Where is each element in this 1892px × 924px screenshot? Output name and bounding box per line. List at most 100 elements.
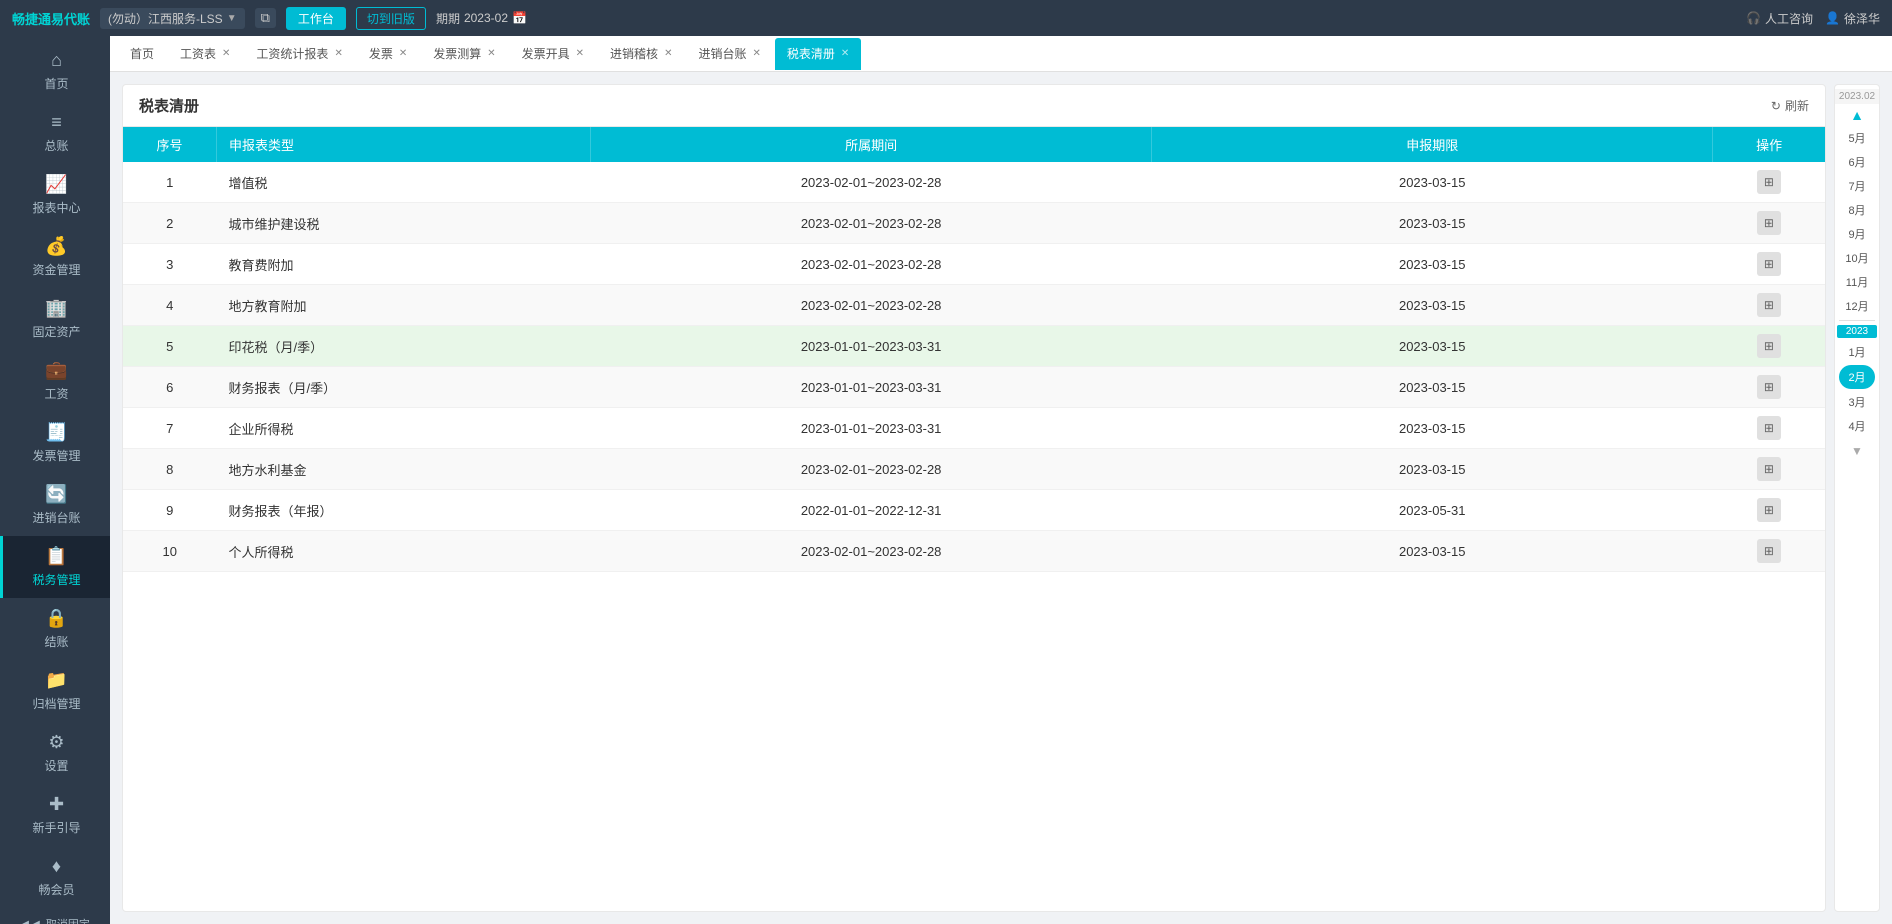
ledger-icon: ≡ [51,112,62,133]
action-icon-btn[interactable]: ⊞ [1757,498,1781,522]
rs-month-4[interactable]: 4月 [1835,414,1879,438]
cell-seq: 3 [123,244,217,285]
unpin-sidebar-btn[interactable]: ◄◄ 取消固定 [0,908,110,924]
close-tab-invoice-open[interactable]: ✕ [576,48,584,59]
sidebar-item-purchase-sales[interactable]: 🔄 进销台账 [0,474,110,536]
user-avatar[interactable]: 👤 徐泽华 [1825,10,1880,27]
sidebar-item-closing[interactable]: 🔒 结账 [0,598,110,660]
action-icon-btn[interactable]: ⊞ [1757,334,1781,358]
sidebar-item-invoice-mgmt[interactable]: 🧾 发票管理 [0,412,110,474]
table-row: 6财务报表（月/季）2023-01-01~2023-03-312023-03-1… [123,367,1825,408]
tab-invoice-calc[interactable]: 发票测算 ✕ [421,38,507,70]
rs-current-year-label: 2023 [1837,325,1877,338]
refresh-button[interactable]: ↻ 刷新 [1771,97,1809,114]
sidebar-item-report-center[interactable]: 📈 报表中心 [0,164,110,226]
workspace-button[interactable]: 工作台 [286,7,346,30]
members-icon: ♦ [52,856,61,877]
rs-month-12[interactable]: 12月 [1835,294,1879,318]
tab-payroll-table[interactable]: 工资表 ✕ [168,38,242,70]
rs-month-5[interactable]: 5月 [1835,126,1879,150]
action-icon-btn[interactable]: ⊞ [1757,252,1781,276]
sidebar-item-members[interactable]: ♦ 畅会员 [0,846,110,908]
human-consult-btn[interactable]: 🎧 人工咨询 [1746,10,1813,27]
cell-period: 2023-01-01~2023-03-31 [591,408,1152,449]
top-bar: 畅捷通易代账 (勿动）江西服务-LSS ▼ ⧉ 工作台 切到旧版 期期 2023… [0,0,1892,36]
rs-month-11[interactable]: 11月 [1835,270,1879,294]
rs-month-8[interactable]: 8月 [1835,198,1879,222]
switch-old-button[interactable]: 切到旧版 [356,7,426,30]
tab-purchase-review[interactable]: 进销稽核 ✕ [598,38,684,70]
rs-month-7[interactable]: 7月 [1835,174,1879,198]
cell-period: 2023-01-01~2023-03-31 [591,326,1152,367]
cell-seq: 4 [123,285,217,326]
action-icon-btn[interactable]: ⊞ [1757,375,1781,399]
sidebar-label-tax-mgmt: 税务管理 [32,571,80,588]
tab-invoice[interactable]: 发票 ✕ [357,38,419,70]
tab-home[interactable]: 首页 [118,38,166,70]
rs-month-1[interactable]: 1月 [1835,340,1879,364]
invoice-icon: 🧾 [45,422,67,443]
cell-action: ⊞ [1713,162,1825,203]
cell-action: ⊞ [1713,244,1825,285]
tab-invoice-open[interactable]: 发票开具 ✕ [510,38,596,70]
cell-action: ⊞ [1713,531,1825,572]
calendar-icon[interactable]: 📅 [512,11,527,25]
sidebar-label-settings: 设置 [44,757,68,774]
rs-month-9[interactable]: 9月 [1835,222,1879,246]
sidebar-item-general-ledger[interactable]: ≡ 总账 [0,102,110,164]
sidebar-item-tax-mgmt[interactable]: 📋 税务管理 [0,536,110,598]
action-icon-btn[interactable]: ⊞ [1757,457,1781,481]
cell-type: 财务报表（月/季） [217,367,591,408]
cell-type: 印花税（月/季） [217,326,591,367]
cell-deadline: 2023-03-15 [1152,285,1713,326]
rs-prev-btn[interactable]: ▲ [1843,104,1871,126]
cell-action: ⊞ [1713,490,1825,531]
action-icon-btn[interactable]: ⊞ [1757,416,1781,440]
sidebar-item-fund-mgmt[interactable]: 💰 资金管理 [0,226,110,288]
sidebar-item-new-guide[interactable]: ✚ 新手引导 [0,784,110,846]
rs-month-2[interactable]: 2月 [1839,365,1875,389]
table-row: 8地方水利基金2023-02-01~2023-02-282023-03-15⊞ [123,449,1825,490]
table-header-row: 序号 申报表类型 所属期间 申报期限 操作 [123,127,1825,162]
close-tab-payroll[interactable]: ✕ [222,48,230,59]
data-table: 序号 申报表类型 所属期间 申报期限 操作 1增值税2023-02-01~202… [123,127,1825,911]
rs-collapse-btn[interactable]: ▼ [1843,440,1871,462]
sidebar-label-archive-mgmt: 归档管理 [32,695,80,712]
rs-month-6[interactable]: 6月 [1835,150,1879,174]
tab-tax-list[interactable]: 税表清册 ✕ [775,38,861,70]
cell-deadline: 2023-03-15 [1152,203,1713,244]
sidebar-item-home[interactable]: ⌂ 首页 [0,40,110,102]
cell-seq: 8 [123,449,217,490]
sidebar-item-fixed-assets[interactable]: 🏢 固定资产 [0,288,110,350]
sidebar-label-report-center: 报表中心 [32,199,80,216]
col-header-period: 所属期间 [591,127,1152,162]
cell-deadline: 2023-05-31 [1152,490,1713,531]
cell-action: ⊞ [1713,367,1825,408]
close-tab-payroll-stats[interactable]: ✕ [334,48,342,59]
action-icon-btn[interactable]: ⊞ [1757,211,1781,235]
action-icon-btn[interactable]: ⊞ [1757,170,1781,194]
action-icon-btn[interactable]: ⊞ [1757,539,1781,563]
rs-month-3[interactable]: 3月 [1835,390,1879,414]
sidebar-item-payroll[interactable]: 💼 工资 [0,350,110,412]
action-icon-btn[interactable]: ⊞ [1757,293,1781,317]
fixed-assets-icon: 🏢 [45,298,67,319]
copy-icon-btn[interactable]: ⧉ [255,8,276,28]
close-tab-purchase-review[interactable]: ✕ [664,48,672,59]
close-tab-purchase-ledger[interactable]: ✕ [752,48,760,59]
cell-type: 教育费附加 [217,244,591,285]
col-header-type: 申报表类型 [217,127,591,162]
close-tab-invoice[interactable]: ✕ [399,48,407,59]
sidebar-item-archive-mgmt[interactable]: 📁 归档管理 [0,660,110,722]
headset-icon: 🎧 [1746,11,1761,25]
sidebar: ⌂ 首页 ≡ 总账 📈 报表中心 💰 资金管理 🏢 固定资产 💼 工资 🧾 发票… [0,36,110,924]
tab-payroll-stats[interactable]: 工资统计报表 ✕ [244,38,354,70]
sidebar-item-settings[interactable]: ⚙ 设置 [0,722,110,784]
rs-month-10[interactable]: 10月 [1835,246,1879,270]
close-tab-tax-list[interactable]: ✕ [841,48,849,59]
col-header-seq: 序号 [123,127,217,162]
company-selector[interactable]: (勿动）江西服务-LSS ▼ [100,8,245,29]
cell-seq: 10 [123,531,217,572]
tab-purchase-ledger[interactable]: 进销台账 ✕ [686,38,772,70]
close-tab-invoice-calc[interactable]: ✕ [487,48,495,59]
